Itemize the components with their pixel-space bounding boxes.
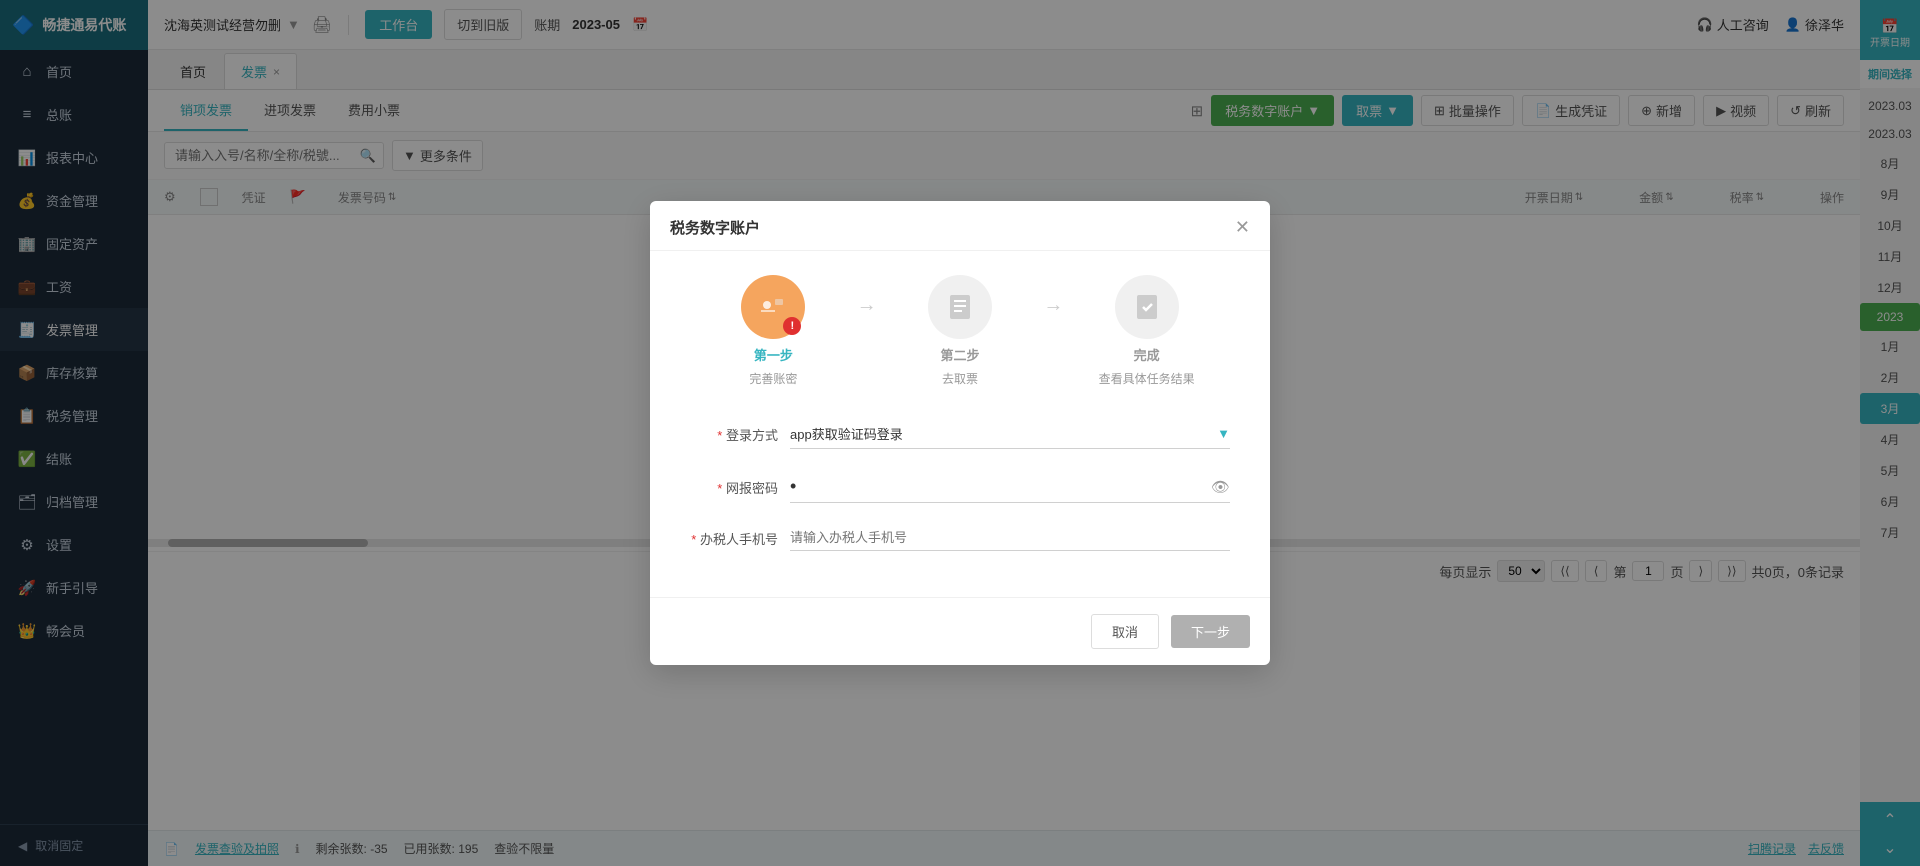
form-row-password: * 网报密码 • 👁	[690, 471, 1230, 503]
login-method-label: 登录方式	[726, 428, 778, 443]
step-3-label: 完成	[1134, 345, 1160, 364]
required-star-2: *	[717, 481, 722, 496]
login-method-dropdown-icon: ▼	[1217, 426, 1230, 441]
step-2: 第二步 去取票	[877, 275, 1044, 387]
password-form-label: * 网报密码	[690, 478, 790, 497]
step-arrow-2: →	[1043, 294, 1063, 317]
step-1: ! 第一步 完善账密	[690, 275, 857, 387]
dialog-footer: 取消 下一步	[650, 597, 1270, 665]
step-1-label: 第一步	[754, 345, 793, 364]
step-3-desc: 查看具体任务结果	[1099, 370, 1195, 387]
password-input-wrap: • 👁	[790, 471, 1230, 503]
form-row-login-method: * 登录方式 app获取验证码登录 ▼	[690, 419, 1230, 449]
step-1-badge: !	[783, 317, 801, 335]
dialog-title: 税务数字账户	[670, 217, 760, 238]
required-star-3: *	[691, 532, 696, 547]
step-2-svg	[942, 289, 978, 325]
password-dot: •	[790, 476, 800, 497]
dialog-body: ! 第一步 完善账密 →	[650, 251, 1270, 597]
step-2-desc: 去取票	[942, 370, 978, 387]
step-3-icon-wrap	[1115, 275, 1179, 339]
cancel-button[interactable]: 取消	[1091, 614, 1159, 649]
login-method-select[interactable]: app获取验证码登录 ▼	[790, 419, 1230, 449]
step-1-desc: 完善账密	[749, 370, 797, 387]
step-2-icon-wrap	[928, 275, 992, 339]
dialog-close-button[interactable]: ✕	[1235, 217, 1250, 238]
next-button[interactable]: 下一步	[1171, 615, 1250, 648]
form-row-phone: * 办税人手机号	[690, 525, 1230, 551]
step-3: 完成 查看具体任务结果	[1063, 275, 1230, 387]
step-2-label: 第二步	[941, 345, 980, 364]
password-label: 网报密码	[726, 481, 778, 496]
step-1-icon-wrap: !	[741, 275, 805, 339]
password-eye-icon[interactable]: 👁	[1211, 478, 1230, 496]
login-method-form-label: * 登录方式	[690, 425, 790, 444]
steps-indicator: ! 第一步 完善账密 →	[690, 275, 1230, 387]
step-3-svg	[1129, 289, 1165, 325]
tax-digital-account-dialog: 税务数字账户 ✕ ! 第一步	[650, 201, 1270, 665]
dialog-header: 税务数字账户 ✕	[650, 201, 1270, 251]
phone-form-label: * 办税人手机号	[690, 529, 790, 548]
phone-label: 办税人手机号	[700, 532, 778, 547]
modal-overlay: 税务数字账户 ✕ ! 第一步	[0, 0, 1920, 866]
login-method-value: app获取验证码登录	[790, 424, 903, 443]
required-star: *	[717, 428, 722, 443]
step-arrow-1: →	[857, 294, 877, 317]
phone-input[interactable]	[790, 525, 1230, 551]
